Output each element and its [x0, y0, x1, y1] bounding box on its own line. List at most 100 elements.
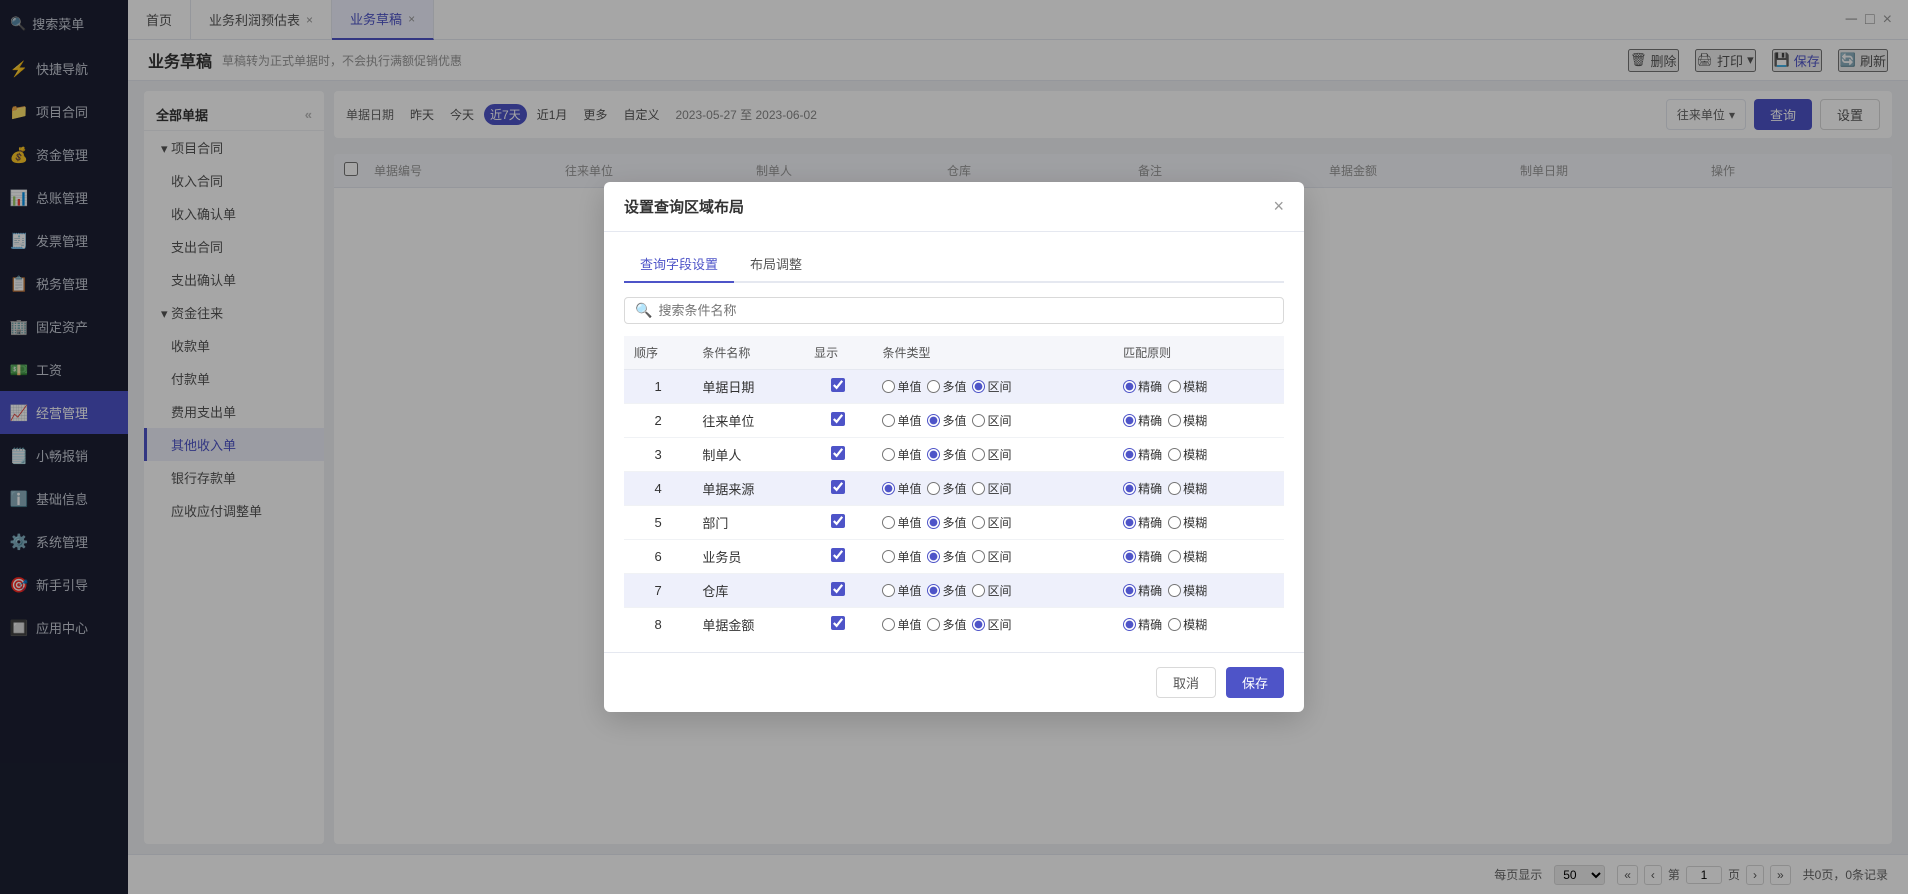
match-radio[interactable] [1123, 482, 1136, 495]
type-radio-label[interactable]: 单值 [882, 412, 921, 429]
type-radio[interactable] [927, 516, 940, 529]
type-radio-label[interactable]: 区间 [972, 548, 1011, 565]
type-radio-label[interactable]: 区间 [972, 480, 1011, 497]
match-radio[interactable] [1123, 584, 1136, 597]
type-radio-label[interactable]: 单值 [882, 378, 921, 395]
match-radio-label[interactable]: 精确 [1123, 480, 1162, 497]
type-radio-label[interactable]: 单值 [882, 514, 921, 531]
match-radio[interactable] [1168, 380, 1181, 393]
type-radio-label[interactable]: 区间 [972, 582, 1011, 599]
type-radio-label[interactable]: 单值 [882, 446, 921, 463]
type-radio[interactable] [972, 414, 985, 427]
modal-tab-layout[interactable]: 布局调整 [734, 248, 818, 283]
modal-tab-fields[interactable]: 查询字段设置 [624, 248, 734, 283]
match-radio-label[interactable]: 精确 [1123, 514, 1162, 531]
show-checkbox[interactable] [831, 514, 845, 528]
type-radio-label[interactable]: 单值 [882, 616, 921, 633]
type-radio-label[interactable]: 区间 [972, 616, 1011, 633]
type-radio[interactable] [972, 584, 985, 597]
match-radio[interactable] [1168, 482, 1181, 495]
match-radio[interactable] [1123, 380, 1136, 393]
type-radio[interactable] [972, 618, 985, 631]
type-radio[interactable] [972, 550, 985, 563]
type-radio-label[interactable]: 区间 [972, 446, 1011, 463]
match-radio[interactable] [1123, 516, 1136, 529]
type-radio[interactable] [882, 414, 895, 427]
cancel-button[interactable]: 取消 [1156, 667, 1216, 698]
type-radio-label[interactable]: 多值 [927, 616, 966, 633]
type-radio[interactable] [927, 584, 940, 597]
type-radio-label[interactable]: 单值 [882, 480, 921, 497]
show-checkbox[interactable] [831, 480, 845, 494]
type-radio-label[interactable]: 单值 [882, 582, 921, 599]
type-radio-label[interactable]: 多值 [927, 446, 966, 463]
type-radio[interactable] [882, 550, 895, 563]
show-checkbox[interactable] [831, 378, 845, 392]
type-radio[interactable] [882, 618, 895, 631]
type-radio-label[interactable]: 多值 [927, 582, 966, 599]
match-radio-label[interactable]: 模糊 [1168, 480, 1207, 497]
show-checkbox[interactable] [831, 616, 845, 630]
match-radio-label[interactable]: 精确 [1123, 548, 1162, 565]
match-radio-label[interactable]: 精确 [1123, 412, 1162, 429]
match-radio[interactable] [1123, 550, 1136, 563]
type-radio[interactable] [882, 584, 895, 597]
type-radio[interactable] [882, 448, 895, 461]
modal-close-btn[interactable]: × [1273, 196, 1284, 217]
match-radio-label[interactable]: 模糊 [1168, 514, 1207, 531]
table-row: 5部门单值多值区间精确模糊 [624, 506, 1284, 540]
type-radio[interactable] [882, 482, 895, 495]
type-radio[interactable] [927, 414, 940, 427]
match-radio[interactable] [1168, 550, 1181, 563]
modal-table: 顺序 条件名称 显示 条件类型 匹配原则 1单据日期单值多值区间精确模糊2往来单… [624, 336, 1284, 636]
match-radio[interactable] [1123, 448, 1136, 461]
match-radio[interactable] [1123, 618, 1136, 631]
match-radio-label[interactable]: 模糊 [1168, 548, 1207, 565]
type-radio[interactable] [972, 516, 985, 529]
show-checkbox[interactable] [831, 412, 845, 426]
type-radio-label[interactable]: 区间 [972, 412, 1011, 429]
type-radio[interactable] [972, 448, 985, 461]
type-radio[interactable] [882, 516, 895, 529]
match-radio-label[interactable]: 精确 [1123, 378, 1162, 395]
match-radio-label[interactable]: 模糊 [1168, 412, 1207, 429]
match-radio-label[interactable]: 模糊 [1168, 446, 1207, 463]
type-radio[interactable] [972, 380, 985, 393]
type-radio[interactable] [972, 482, 985, 495]
match-radio[interactable] [1168, 414, 1181, 427]
modal-overlay: 设置查询区域布局 × 查询字段设置 布局调整 🔍 顺序 条件名称 [0, 0, 1908, 894]
show-checkbox[interactable] [831, 446, 845, 460]
type-radio[interactable] [927, 380, 940, 393]
type-radio[interactable] [882, 380, 895, 393]
table-row: 1单据日期单值多值区间精确模糊 [624, 370, 1284, 404]
type-radio[interactable] [927, 448, 940, 461]
match-radio[interactable] [1168, 448, 1181, 461]
modal-search-input[interactable] [658, 303, 1273, 318]
match-radio-label[interactable]: 模糊 [1168, 378, 1207, 395]
match-radio[interactable] [1123, 414, 1136, 427]
show-checkbox[interactable] [831, 548, 845, 562]
type-radio-label[interactable]: 多值 [927, 480, 966, 497]
type-radio-label[interactable]: 多值 [927, 514, 966, 531]
match-radio[interactable] [1168, 584, 1181, 597]
match-radio-label[interactable]: 模糊 [1168, 616, 1207, 633]
type-radio[interactable] [927, 482, 940, 495]
match-radio[interactable] [1168, 516, 1181, 529]
type-radio-label[interactable]: 区间 [972, 378, 1011, 395]
match-radio-label[interactable]: 精确 [1123, 446, 1162, 463]
type-radio-label[interactable]: 单值 [882, 548, 921, 565]
show-checkbox[interactable] [831, 582, 845, 596]
type-radio-label[interactable]: 多值 [927, 378, 966, 395]
row-order: 6 [624, 540, 692, 574]
row-name: 制单人 [692, 438, 804, 472]
type-radio-label[interactable]: 区间 [972, 514, 1011, 531]
type-radio[interactable] [927, 550, 940, 563]
match-radio-label[interactable]: 模糊 [1168, 582, 1207, 599]
match-radio-label[interactable]: 精确 [1123, 582, 1162, 599]
match-radio-label[interactable]: 精确 [1123, 616, 1162, 633]
type-radio-label[interactable]: 多值 [927, 548, 966, 565]
type-radio[interactable] [927, 618, 940, 631]
type-radio-label[interactable]: 多值 [927, 412, 966, 429]
modal-save-button[interactable]: 保存 [1226, 667, 1284, 698]
match-radio[interactable] [1168, 618, 1181, 631]
